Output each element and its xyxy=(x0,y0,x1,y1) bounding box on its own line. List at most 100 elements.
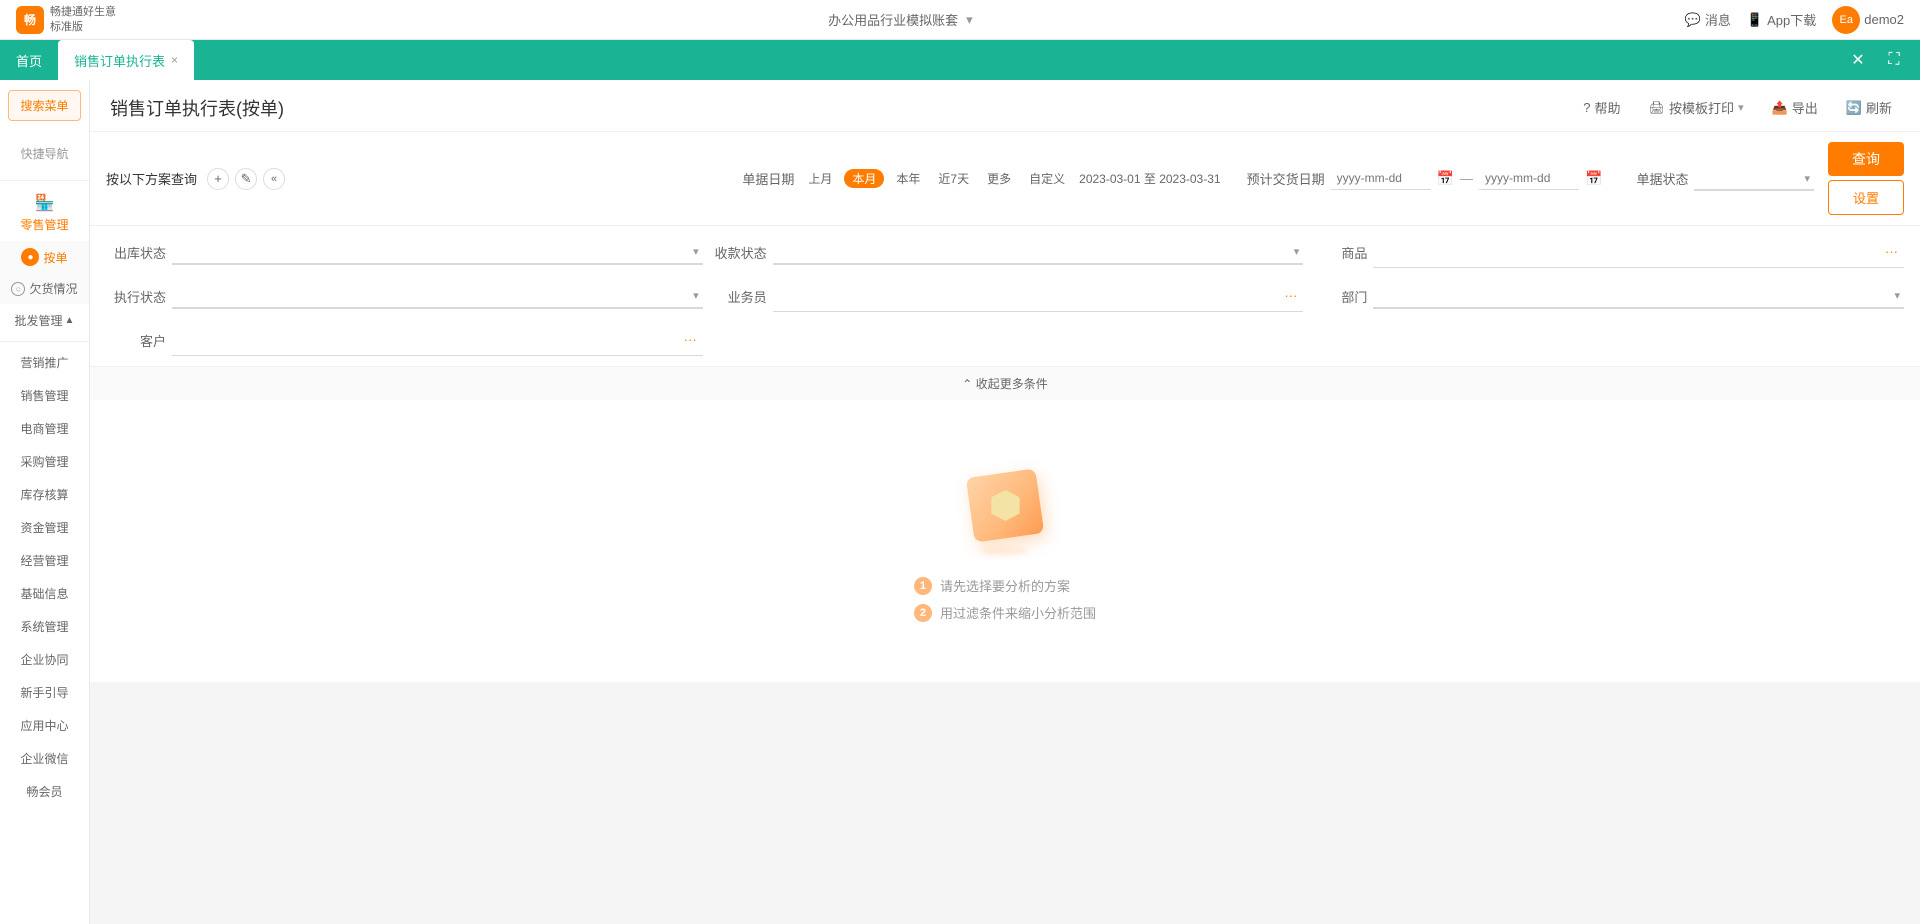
collapse-scheme-btn[interactable]: « xyxy=(263,168,285,190)
salesperson-label: 业务员 xyxy=(707,287,767,306)
tabbar: 首页 销售订单执行表 × ✕ ⛶ xyxy=(0,40,1920,80)
sidebar-item-finance[interactable]: 资金管理 xyxy=(0,511,89,544)
filter-panel: 按以下方案查询 + ✎ « xyxy=(90,132,1920,400)
empty-line-1: 1 请先选择要分析的方案 xyxy=(914,576,1096,595)
expected-date-end-input[interactable] xyxy=(1479,167,1579,190)
tabbar-right: ✕ ⛶ xyxy=(1844,46,1920,74)
app-icon: 📱 xyxy=(1747,12,1763,28)
search-menu-btn[interactable]: 搜索菜单 xyxy=(8,90,81,121)
order-badge: ● xyxy=(21,248,39,266)
product-group: 商品 ··· xyxy=(1307,236,1904,268)
sidebar-item-retail[interactable]: 🏪 零售管理 xyxy=(0,185,89,241)
sidebar-item-enterprise[interactable]: 企业协同 xyxy=(0,643,89,676)
export-icon: 📤 xyxy=(1772,100,1788,116)
this-month-btn[interactable]: 本月 xyxy=(844,169,884,188)
window-restore-btn[interactable]: ✕ xyxy=(1844,46,1872,74)
refresh-btn[interactable]: 🔄 刷新 xyxy=(1838,94,1900,121)
collapse-filter-btn[interactable]: ⌃ 收起更多条件 xyxy=(90,366,1920,400)
collect-status-select[interactable] xyxy=(773,240,1304,264)
empty-box-icon: 📦 xyxy=(988,489,1023,522)
sidebar-item-appcenter[interactable]: 应用中心 xyxy=(0,709,89,742)
expected-date-label: 预计交货日期 xyxy=(1247,169,1325,188)
help-btn[interactable]: ? 帮助 xyxy=(1575,94,1628,121)
dept-select[interactable] xyxy=(1373,284,1904,308)
sidebar-item-sales[interactable]: 销售管理 xyxy=(0,379,89,412)
calendar-start-icon[interactable]: 📅 xyxy=(1437,170,1454,187)
messages-btn[interactable]: 💬 消息 xyxy=(1685,10,1731,29)
topbar: 畅 畅捷通好生意 标准版 办公用品行业模拟账套 ▾ 💬 消息 📱 App下载 E… xyxy=(0,0,1920,40)
sidebar-item-system[interactable]: 系统管理 xyxy=(0,610,89,643)
print-btn[interactable]: 🖨 按模板打印 ▾ xyxy=(1641,94,1752,121)
sidebar-item-marketing[interactable]: 营销推广 xyxy=(0,346,89,379)
sidebar-search-area: 搜索菜单 xyxy=(0,80,89,131)
salesperson-input[interactable] xyxy=(779,284,1285,307)
sidebar-item-wechat[interactable]: 企业微信 xyxy=(0,742,89,775)
sidebar: 搜索菜单 快捷导航 🏪 零售管理 ● 按单 ○ 欠货情况 xyxy=(0,80,90,924)
sidebar-item-ecommerce[interactable]: 电商管理 xyxy=(0,412,89,445)
salesperson-input-wrapper: ··· xyxy=(773,280,1304,312)
query-btn[interactable]: 查询 xyxy=(1828,142,1904,176)
calendar-end-icon[interactable]: 📅 xyxy=(1585,170,1602,187)
action-buttons: 查询 设置 xyxy=(1828,142,1904,215)
status-select[interactable] xyxy=(1694,166,1814,190)
exec-status-select[interactable] xyxy=(172,284,703,308)
date-range-display: 2023-03-01 至 2023-03-31 xyxy=(1079,170,1220,187)
sidebar-item-wholesale[interactable]: 批发管理 ▲ xyxy=(0,304,89,337)
user-area[interactable]: Ea demo2 xyxy=(1832,6,1904,34)
sidebar-item-basic[interactable]: 基础信息 xyxy=(0,577,89,610)
customer-group: 客户 ··· xyxy=(106,324,703,356)
sidebar-item-operation[interactable]: 经营管理 xyxy=(0,544,89,577)
empty-state: 📦 1 请先选择要分析的方案 2 用过滤条件来缩小分析范围 xyxy=(90,400,1920,682)
export-btn[interactable]: 📤 导出 xyxy=(1764,94,1826,121)
product-input[interactable] xyxy=(1379,240,1885,263)
date-quick-btns: 上月 本月 本年 近7天 更多 自定义 xyxy=(802,169,1071,188)
sidebar-submenu-retail: ● 按单 ○ 欠货情况 xyxy=(0,241,89,304)
expected-date-start-input[interactable] xyxy=(1331,167,1431,190)
status-select-wrapper xyxy=(1694,166,1814,191)
tab-home[interactable]: 首页 xyxy=(0,40,58,80)
this-year-btn[interactable]: 本年 xyxy=(890,169,926,188)
sidebar-item-purchase[interactable]: 采购管理 xyxy=(0,445,89,478)
dept-group: 部门 ▾ xyxy=(1307,280,1904,312)
topbar-center: 办公用品行业模拟账套 ▾ xyxy=(828,10,973,29)
main-layout: 搜索菜单 快捷导航 🏪 零售管理 ● 按单 ○ 欠货情况 xyxy=(0,80,1920,924)
customer-input[interactable] xyxy=(178,328,684,351)
empty-shadow xyxy=(980,547,1030,555)
fullscreen-btn[interactable]: ⛶ xyxy=(1880,46,1908,74)
salesperson-more-btn[interactable]: ··· xyxy=(1284,288,1297,303)
app-download-btn[interactable]: 📱 App下载 xyxy=(1747,10,1816,29)
sidebar-divider-1 xyxy=(0,180,89,181)
setup-btn[interactable]: 设置 xyxy=(1828,180,1904,215)
edit-scheme-btn[interactable]: ✎ xyxy=(235,168,257,190)
out-status-select[interactable] xyxy=(172,240,703,264)
dropdown-arrow-icon[interactable]: ▾ xyxy=(966,12,973,28)
content-area: 销售订单执行表(按单) ? 帮助 🖨 按模板打印 ▾ 📤 导出 xyxy=(90,80,1920,924)
tab-close-btn[interactable]: × xyxy=(171,53,178,67)
product-label: 商品 xyxy=(1307,243,1367,262)
sidebar-item-quick-nav: 快捷导航 xyxy=(0,137,89,170)
date-separator: — xyxy=(1460,171,1473,186)
product-more-btn[interactable]: ··· xyxy=(1885,244,1898,259)
last7days-btn[interactable]: 近7天 xyxy=(932,169,975,188)
sidebar-item-member[interactable]: 畅会员 xyxy=(0,775,89,808)
scheme-header: 按以下方案查询 + ✎ « xyxy=(90,132,1920,226)
last-month-btn[interactable]: 上月 xyxy=(802,169,838,188)
sidebar-item-newguide[interactable]: 新手引导 xyxy=(0,676,89,709)
customer-more-btn[interactable]: ··· xyxy=(684,332,697,347)
collect-status-group: 收款状态 ▾ xyxy=(707,236,1304,268)
out-status-group: 出库状态 ▾ xyxy=(106,236,703,268)
quick-nav-section: 快捷导航 xyxy=(0,131,89,176)
sidebar-submenu-debt[interactable]: ○ 欠货情况 xyxy=(0,273,89,304)
help-icon: ? xyxy=(1583,100,1590,115)
custom-date-btn[interactable]: 自定义 xyxy=(1023,169,1071,188)
tab-active-sales-exec[interactable]: 销售订单执行表 × xyxy=(58,40,194,80)
print-dropdown-icon[interactable]: ▾ xyxy=(1738,101,1744,114)
sidebar-item-inventory[interactable]: 库存核算 xyxy=(0,478,89,511)
sidebar-submenu-order[interactable]: ● 按单 xyxy=(0,241,89,273)
add-scheme-icon: + xyxy=(214,171,222,186)
page-header: 销售订单执行表(按单) ? 帮助 🖨 按模板打印 ▾ 📤 导出 xyxy=(90,80,1920,132)
customer-input-wrapper: ··· xyxy=(172,324,703,356)
sidebar-divider-2 xyxy=(0,341,89,342)
add-scheme-btn[interactable]: + xyxy=(207,168,229,190)
more-date-btn[interactable]: 更多 xyxy=(981,169,1017,188)
